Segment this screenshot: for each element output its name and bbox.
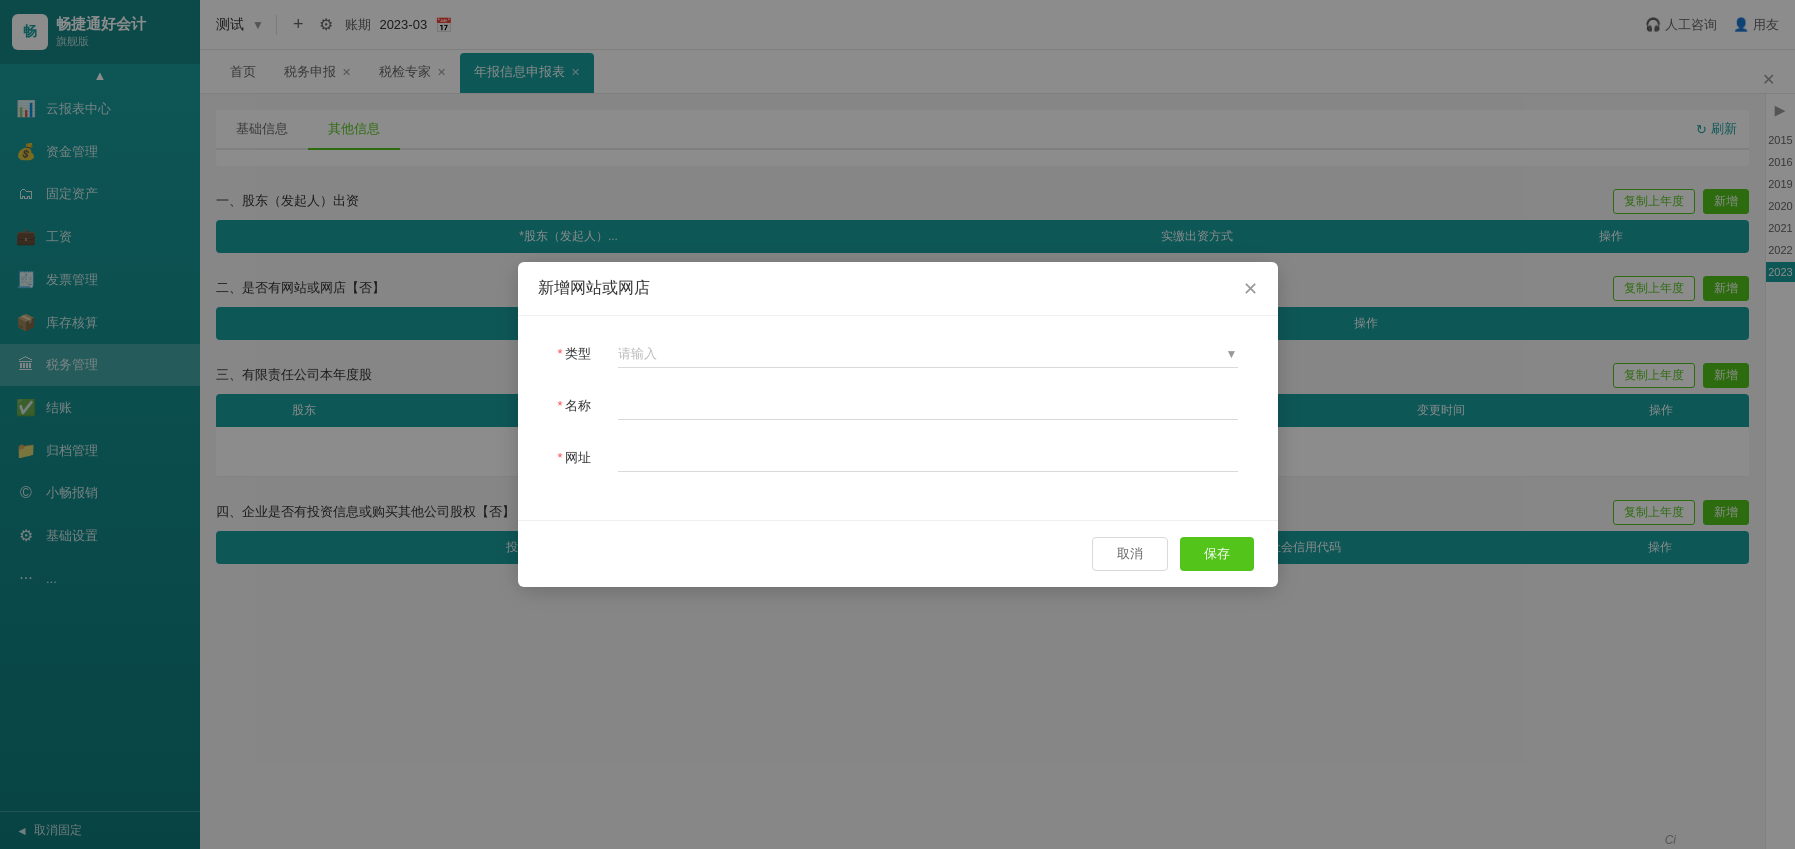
type-input[interactable] <box>618 340 1238 368</box>
url-input[interactable] <box>618 444 1238 472</box>
name-label: *名称 <box>558 397 618 415</box>
form-row-url: *网址 <box>558 444 1238 472</box>
type-label: *类型 <box>558 345 618 363</box>
modal-header: 新增网站或网店 ✕ <box>518 262 1278 316</box>
form-row-type: *类型 ▼ <box>558 340 1238 368</box>
url-label: *网址 <box>558 449 618 467</box>
select-dropdown-icon[interactable]: ▼ <box>1226 347 1238 361</box>
modal-footer: 取消 保存 <box>518 520 1278 587</box>
url-input-wrap <box>618 444 1238 472</box>
form-row-name: *名称 <box>558 392 1238 420</box>
modal-title: 新增网站或网店 <box>538 278 650 299</box>
modal-body: *类型 ▼ *名称 *网址 <box>518 316 1278 520</box>
name-input-wrap <box>618 392 1238 420</box>
modal-close-btn[interactable]: ✕ <box>1243 280 1258 298</box>
cancel-button[interactable]: 取消 <box>1092 537 1168 571</box>
save-button[interactable]: 保存 <box>1180 537 1254 571</box>
type-input-wrap: ▼ <box>618 340 1238 368</box>
modal-add-website: 新增网站或网店 ✕ *类型 ▼ *名称 <box>518 262 1278 587</box>
modal-overlay: 新增网站或网店 ✕ *类型 ▼ *名称 <box>0 0 1795 849</box>
name-input[interactable] <box>618 392 1238 420</box>
